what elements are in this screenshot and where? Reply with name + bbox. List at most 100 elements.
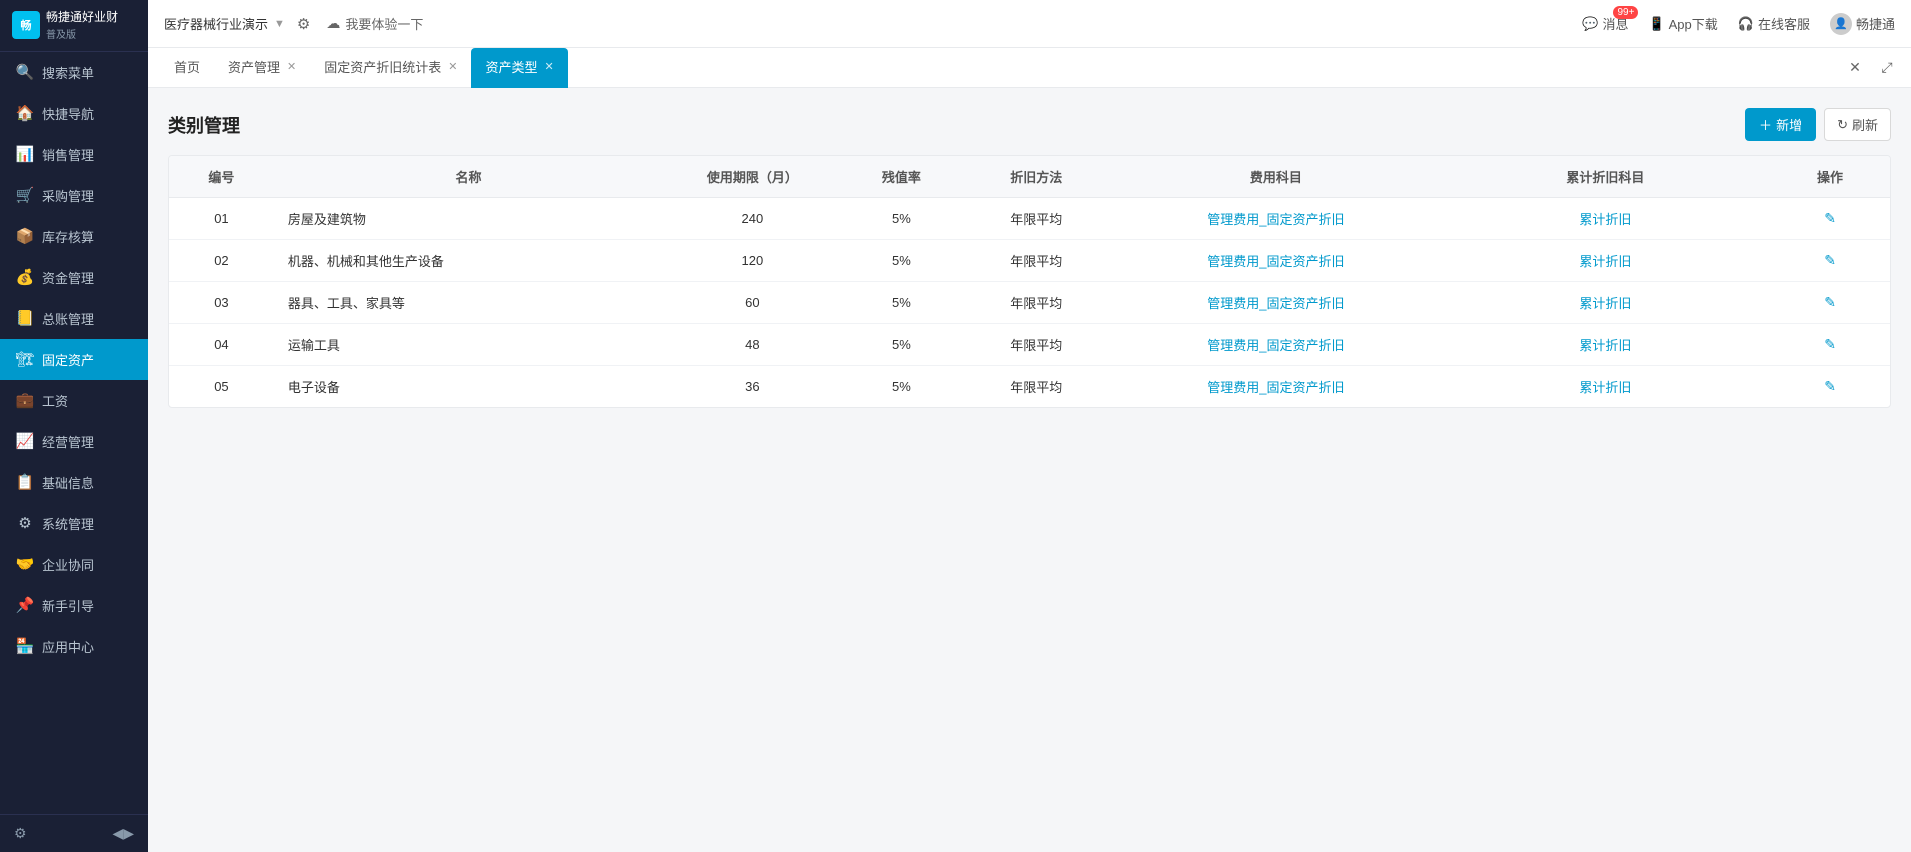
sidebar-item-label-purchase: 采购管理 xyxy=(42,186,94,205)
add-label: 新增 xyxy=(1776,115,1802,134)
message-button[interactable]: 💬 消息 99+ xyxy=(1582,14,1628,33)
sidebar-item-collab[interactable]: 🤝 企业协同 xyxy=(0,544,148,585)
tab-asset-type[interactable]: 资产类型 ✕ xyxy=(471,48,567,88)
cell-period-4: 36 xyxy=(663,366,841,408)
sidebar-item-system[interactable]: ⚙ 系统管理 xyxy=(0,503,148,544)
sidebar-item-label-appstore: 应用中心 xyxy=(42,637,94,656)
sidebar-footer: ⚙ ◀▶ xyxy=(0,814,148,852)
collapse-icon[interactable]: ◀▶ xyxy=(112,825,134,842)
cell-residual-0: 5% xyxy=(842,198,962,240)
nav-icon-purchase: 🛒 xyxy=(16,186,34,204)
table-row: 05 电子设备 36 5% 年限平均 管理费用_固定资产折旧 累计折旧 ✎ xyxy=(169,366,1890,408)
sidebar-item-quicknav[interactable]: 🏠 快捷导航 xyxy=(0,93,148,134)
refresh-button[interactable]: ↻ 刷新 xyxy=(1824,108,1891,141)
table-row: 04 运输工具 48 5% 年限平均 管理费用_固定资产折旧 累计折旧 ✎ xyxy=(169,324,1890,366)
cell-ops-1[interactable]: ✎ xyxy=(1770,240,1890,282)
cell-name-1: 机器、机械和其他生产设备 xyxy=(274,240,663,282)
nav-icon-inventory: 📦 xyxy=(16,227,34,245)
tab-home-label: 首页 xyxy=(174,57,200,76)
cell-name-0: 房屋及建筑物 xyxy=(274,198,663,240)
cell-ops-4[interactable]: ✎ xyxy=(1770,366,1890,408)
add-button[interactable]: ＋ 新增 xyxy=(1745,108,1816,141)
tab-asset-mgmt-close-icon[interactable]: ✕ xyxy=(287,60,296,73)
cell-ops-2[interactable]: ✎ xyxy=(1770,282,1890,324)
cell-period-3: 48 xyxy=(663,324,841,366)
data-table: 编号 名称 使用期限（月） 残值率 折旧方法 费用科目 累计折旧科目 操作 01… xyxy=(168,155,1891,408)
trial-icon: ☁ xyxy=(326,15,340,32)
col-header-residual: 残值率 xyxy=(842,156,962,198)
cell-expense-2: 管理费用_固定资产折旧 xyxy=(1111,282,1441,324)
table-row: 03 器具、工具、家具等 60 5% 年限平均 管理费用_固定资产折旧 累计折旧… xyxy=(169,282,1890,324)
topbar-gear-icon[interactable]: ⚙ xyxy=(297,15,310,33)
cell-name-2: 器具、工具、家具等 xyxy=(274,282,663,324)
sidebar-item-bizops[interactable]: 📈 经营管理 xyxy=(0,421,148,462)
sidebar-item-label-fund: 资金管理 xyxy=(42,268,94,287)
nav-icon-quicknav: 🏠 xyxy=(16,104,34,122)
sidebar-item-label-ledger: 总账管理 xyxy=(42,309,94,328)
edit-icon-3[interactable]: ✎ xyxy=(1824,336,1836,352)
sidebar-item-label-fixed: 固定资产 xyxy=(42,350,94,369)
nav-icon-guide: 📌 xyxy=(16,596,34,614)
cell-ops-0[interactable]: ✎ xyxy=(1770,198,1890,240)
cell-accum-4: 累计折旧 xyxy=(1441,366,1771,408)
cell-residual-1: 5% xyxy=(842,240,962,282)
tabbar-right: ✕ ⤢ xyxy=(1843,56,1899,80)
message-icon: 💬 xyxy=(1582,16,1598,32)
user-button[interactable]: 👤 畅捷通 xyxy=(1830,13,1895,35)
trial-label: 我要体验一下 xyxy=(345,14,423,33)
page-title: 类别管理 xyxy=(168,112,240,138)
table-header-row: 编号 名称 使用期限（月） 残值率 折旧方法 费用科目 累计折旧科目 操作 xyxy=(169,156,1890,198)
sidebar-item-label-sales: 销售管理 xyxy=(42,145,94,164)
tab-asset-type-close-icon[interactable]: ✕ xyxy=(545,60,554,73)
sidebar-item-appstore[interactable]: 🏪 应用中心 xyxy=(0,626,148,667)
sidebar-item-ledger[interactable]: 📒 总账管理 xyxy=(0,298,148,339)
sidebar-item-payroll[interactable]: 💼 工资 xyxy=(0,380,148,421)
sidebar-item-sales[interactable]: 📊 销售管理 xyxy=(0,134,148,175)
cell-expense-3: 管理费用_固定资产折旧 xyxy=(1111,324,1441,366)
edit-icon-4[interactable]: ✎ xyxy=(1824,378,1836,394)
refresh-icon: ↻ xyxy=(1837,117,1848,133)
edit-icon-0[interactable]: ✎ xyxy=(1824,210,1836,226)
workspace-name: 医疗器械行业演示 xyxy=(164,14,268,33)
nav-icon-search: 🔍 xyxy=(16,63,34,81)
sidebar-item-inventory[interactable]: 📦 库存核算 xyxy=(0,216,148,257)
sidebar-item-fixed[interactable]: 🏗 固定资产 xyxy=(0,339,148,380)
cell-method-4: 年限平均 xyxy=(961,366,1111,408)
settings-icon[interactable]: ⚙ xyxy=(14,825,27,842)
sidebar: 畅 畅捷通好业财 普及版 🔍 搜索菜单 🏠 快捷导航 📊 销售管理 🛒 采购管理… xyxy=(0,0,148,852)
app-download-button[interactable]: 📱 App下载 xyxy=(1648,14,1717,33)
sidebar-item-purchase[interactable]: 🛒 采购管理 xyxy=(0,175,148,216)
nav-icon-collab: 🤝 xyxy=(16,555,34,573)
trial-button[interactable]: ☁ 我要体验一下 xyxy=(326,14,423,33)
tab-asset-mgmt-label: 资产管理 xyxy=(228,57,280,76)
sidebar-item-base[interactable]: 📋 基础信息 xyxy=(0,462,148,503)
edit-icon-1[interactable]: ✎ xyxy=(1824,252,1836,268)
edit-icon-2[interactable]: ✎ xyxy=(1824,294,1836,310)
cell-method-0: 年限平均 xyxy=(961,198,1111,240)
logo-edition: 普及版 xyxy=(46,26,118,41)
table-row: 02 机器、机械和其他生产设备 120 5% 年限平均 管理费用_固定资产折旧 … xyxy=(169,240,1890,282)
service-button[interactable]: 🎧 在线客服 xyxy=(1738,14,1810,33)
main-area: 医疗器械行业演示 ▼ ⚙ ☁ 我要体验一下 💬 消息 99+ 📱 App下载 🎧… xyxy=(148,0,1911,852)
tab-close-all-button[interactable]: ✕ xyxy=(1843,56,1867,80)
cell-method-1: 年限平均 xyxy=(961,240,1111,282)
tab-depreciation[interactable]: 固定资产折旧统计表 ✕ xyxy=(310,48,471,88)
cell-accum-2: 累计折旧 xyxy=(1441,282,1771,324)
tab-home[interactable]: 首页 xyxy=(160,48,214,88)
cell-ops-3[interactable]: ✎ xyxy=(1770,324,1890,366)
cell-residual-3: 5% xyxy=(842,324,962,366)
sidebar-item-fund[interactable]: 💰 资金管理 xyxy=(0,257,148,298)
sidebar-item-label-bizops: 经营管理 xyxy=(42,432,94,451)
col-header-name: 名称 xyxy=(274,156,663,198)
nav-icon-base: 📋 xyxy=(16,473,34,491)
workspace-selector[interactable]: 医疗器械行业演示 ▼ xyxy=(164,14,285,33)
tab-expand-button[interactable]: ⤢ xyxy=(1875,56,1899,80)
tab-asset-type-label: 资产类型 xyxy=(485,57,537,76)
cell-period-2: 60 xyxy=(663,282,841,324)
col-header-method: 折旧方法 xyxy=(961,156,1111,198)
sidebar-item-guide[interactable]: 📌 新手引导 xyxy=(0,585,148,626)
tab-asset-mgmt[interactable]: 资产管理 ✕ xyxy=(214,48,310,88)
sidebar-item-search[interactable]: 🔍 搜索菜单 xyxy=(0,52,148,93)
tab-depreciation-close-icon[interactable]: ✕ xyxy=(448,60,457,73)
app-label: App下载 xyxy=(1669,14,1718,33)
